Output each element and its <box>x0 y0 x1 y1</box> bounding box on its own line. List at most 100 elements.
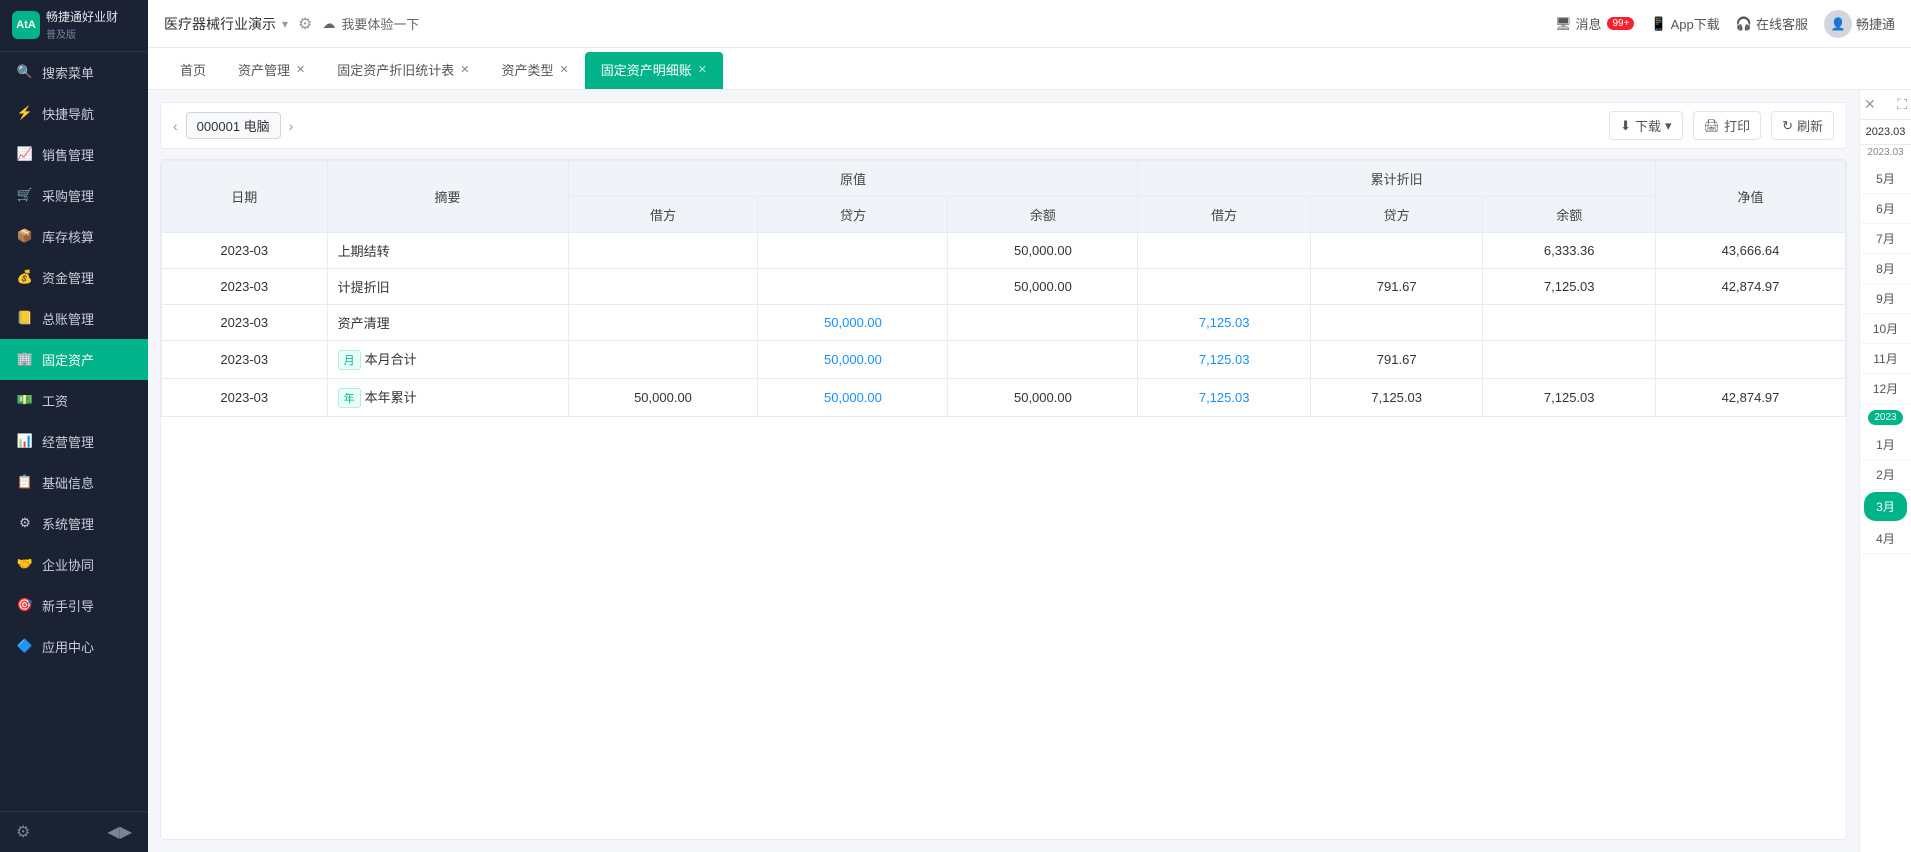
month-8月[interactable]: 8月 <box>1860 254 1911 284</box>
cell-summary: 上期结转 <box>327 233 568 269</box>
data-table-wrap: 日期 摘要 原值 累计折旧 净值 借方 贷方 余额 借方 贷方 余额 <box>160 159 1847 840</box>
cell-net-value: 42,874.97 <box>1655 379 1845 417</box>
sidebar-item-salary[interactable]: 💵 工资 <box>0 380 148 421</box>
cell-date: 2023-03 <box>162 379 328 417</box>
sidebar-item-guide[interactable]: 🎯 新手引导 <box>0 585 148 626</box>
cell-summary: 月本月合计 <box>327 341 568 379</box>
sidebar-label-basic-info: 基础信息 <box>42 473 94 492</box>
sidebar-item-app-center[interactable]: 🔷 应用中心 <box>0 626 148 667</box>
sidebar-item-operations[interactable]: 📊 经营管理 <box>0 421 148 462</box>
cell-orig-balance <box>948 305 1138 341</box>
asset-nav: ‹ 000001 电脑 › ⬇ 下载 ▾ 🖨 打印 ↻ 刷新 <box>160 102 1847 149</box>
col-acc-debit: 借方 <box>1138 197 1311 233</box>
cell-orig-credit <box>758 269 948 305</box>
refresh-icon: ↻ <box>1782 118 1793 134</box>
sidebar-item-system[interactable]: ⚙ 系统管理 <box>0 503 148 544</box>
settings-icon[interactable]: ⚙ <box>16 822 30 842</box>
messages-label: 消息 <box>1575 14 1601 33</box>
sidebar-scroll: 🔍 搜索菜单 ⚡ 快捷导航 📈 销售管理 🛒 采购管理 📦 库存核算 💰 资金管… <box>0 52 148 811</box>
app-center-icon: 🔷 <box>16 637 34 655</box>
tabs-bar: 首页资产管理✕固定资产折旧统计表✕资产类型✕固定资产明细账✕ <box>148 48 1911 90</box>
sidebar-logo: AtA 畅捷通好业财 普及版 <box>0 0 148 52</box>
tab-close-assets[interactable]: ✕ <box>296 63 305 76</box>
month-10月[interactable]: 10月 <box>1860 314 1911 344</box>
sidebar-item-inventory[interactable]: 📦 库存核算 <box>0 216 148 257</box>
topbar-gear-icon[interactable]: ⚙ <box>298 14 312 34</box>
nav-next-icon[interactable]: › <box>289 118 294 134</box>
cell-orig-debit <box>568 269 758 305</box>
month-4月[interactable]: 4月 <box>1860 524 1911 554</box>
tab-home[interactable]: 首页 <box>164 52 222 89</box>
cell-summary: 年本年累计 <box>327 379 568 417</box>
sidebar-label-sales: 销售管理 <box>42 145 94 164</box>
month-11月[interactable]: 11月 <box>1860 344 1911 374</box>
col-date: 日期 <box>162 161 328 233</box>
refresh-btn[interactable]: ↻ 刷新 <box>1771 111 1834 140</box>
fixed-assets-icon: 🏢 <box>16 350 34 368</box>
print-btn[interactable]: 🖨 打印 <box>1693 111 1762 140</box>
right-date-panel: ✕ ⛶ 2023.03 2023.03 5月6月7月8月9月10月11月12月2… <box>1859 90 1911 852</box>
user-profile-btn[interactable]: 👤 畅捷通 <box>1824 10 1895 38</box>
cell-orig-credit: 50,000.00 <box>758 305 948 341</box>
tab-assets[interactable]: 资产管理✕ <box>222 52 321 89</box>
download-label: 下载 <box>1635 116 1661 135</box>
salary-icon: 💵 <box>16 391 34 409</box>
col-orig-balance: 余额 <box>948 197 1138 233</box>
sidebar-item-ledger[interactable]: 📒 总账管理 <box>0 298 148 339</box>
month-3月[interactable]: 3月 <box>1864 492 1907 522</box>
year-badge[interactable]: 2023 <box>1860 404 1911 430</box>
col-acc-balance: 余额 <box>1483 197 1656 233</box>
tab-depreciation-table[interactable]: 固定资产折旧统计表 ✕ <box>321 52 485 89</box>
cell-orig-debit <box>568 341 758 379</box>
month-9月[interactable]: 9月 <box>1860 284 1911 314</box>
month-6月[interactable]: 6月 <box>1860 194 1911 224</box>
sidebar-item-sales[interactable]: 📈 销售管理 <box>0 134 148 175</box>
sidebar-label-salary: 工资 <box>42 391 68 410</box>
sidebar-item-purchase[interactable]: 🛒 采购管理 <box>0 175 148 216</box>
month-1月[interactable]: 1月 <box>1860 430 1911 460</box>
tab-asset-type[interactable]: 资产类型✕ <box>485 52 584 89</box>
customer-service-btn[interactable]: 🎧 在线客服 <box>1736 14 1808 33</box>
panel-expand-icon[interactable]: ⛶ <box>1897 96 1907 113</box>
sidebar-label-fixed-assets: 固定资产 <box>42 350 94 369</box>
collapse-icon[interactable]: ◀▶ <box>107 822 132 842</box>
print-label: 打印 <box>1724 116 1750 135</box>
messages-btn[interactable]: 🖥 消息 99+ <box>1555 14 1635 33</box>
table-row: 2023-03 月本月合计 50,000.00 7,125.03 791.67 <box>162 341 1846 379</box>
tab-close-depreciation-table[interactable]: ✕ <box>460 63 469 76</box>
main-panel: ‹ 000001 电脑 › ⬇ 下载 ▾ 🖨 打印 ↻ 刷新 <box>148 90 1859 852</box>
inventory-icon: 📦 <box>16 227 34 245</box>
sidebar-label-cooperation: 企业协同 <box>42 555 94 574</box>
year-tag: 年 <box>338 388 361 408</box>
sidebar-item-funds[interactable]: 💰 资金管理 <box>0 257 148 298</box>
month-2月[interactable]: 2月 <box>1860 460 1911 490</box>
cell-acc-balance: 7,125.03 <box>1483 269 1656 305</box>
app-download-btn[interactable]: 📱 App下载 <box>1650 14 1719 33</box>
basic-info-icon: 📋 <box>16 473 34 491</box>
company-dropdown-icon[interactable]: ▾ <box>282 17 288 31</box>
experience-btn[interactable]: ☁ 我要体验一下 <box>322 14 419 33</box>
tab-asset-detail[interactable]: 固定资产明细账 ✕ <box>585 52 723 89</box>
month-7月[interactable]: 7月 <box>1860 224 1911 254</box>
tab-label-depreciation-table: 固定资产折旧统计表 <box>337 60 454 79</box>
quick-nav-icon: ⚡ <box>16 104 34 122</box>
table-row: 2023-03 年本年累计 50,000.00 50,000.00 50,000… <box>162 379 1846 417</box>
cell-orig-debit: 50,000.00 <box>568 379 758 417</box>
sidebar-item-quick-nav[interactable]: ⚡ 快捷导航 <box>0 93 148 134</box>
sidebar-item-search[interactable]: 🔍 搜索菜单 <box>0 52 148 93</box>
month-5月[interactable]: 5月 <box>1860 164 1911 194</box>
col-orig-debit: 借方 <box>568 197 758 233</box>
sidebar-item-basic-info[interactable]: 📋 基础信息 <box>0 462 148 503</box>
month-12月[interactable]: 12月 <box>1860 374 1911 404</box>
sidebar-item-cooperation[interactable]: 🤝 企业协同 <box>0 544 148 585</box>
nav-prev-icon[interactable]: ‹ <box>173 118 178 134</box>
download-btn[interactable]: ⬇ 下载 ▾ <box>1609 111 1682 140</box>
refresh-label: 刷新 <box>1797 116 1823 135</box>
cell-orig-balance: 50,000.00 <box>948 379 1138 417</box>
tab-close-asset-detail[interactable]: ✕ <box>698 63 707 76</box>
tab-close-asset-type[interactable]: ✕ <box>560 63 569 76</box>
right-panel-controls: ✕ ⛶ <box>1860 90 1911 120</box>
panel-close-icon[interactable]: ✕ <box>1864 96 1876 113</box>
sidebar-item-fixed-assets[interactable]: 🏢 固定资产 <box>0 339 148 380</box>
tab-label-asset-detail: 固定资产明细账 <box>601 60 692 79</box>
